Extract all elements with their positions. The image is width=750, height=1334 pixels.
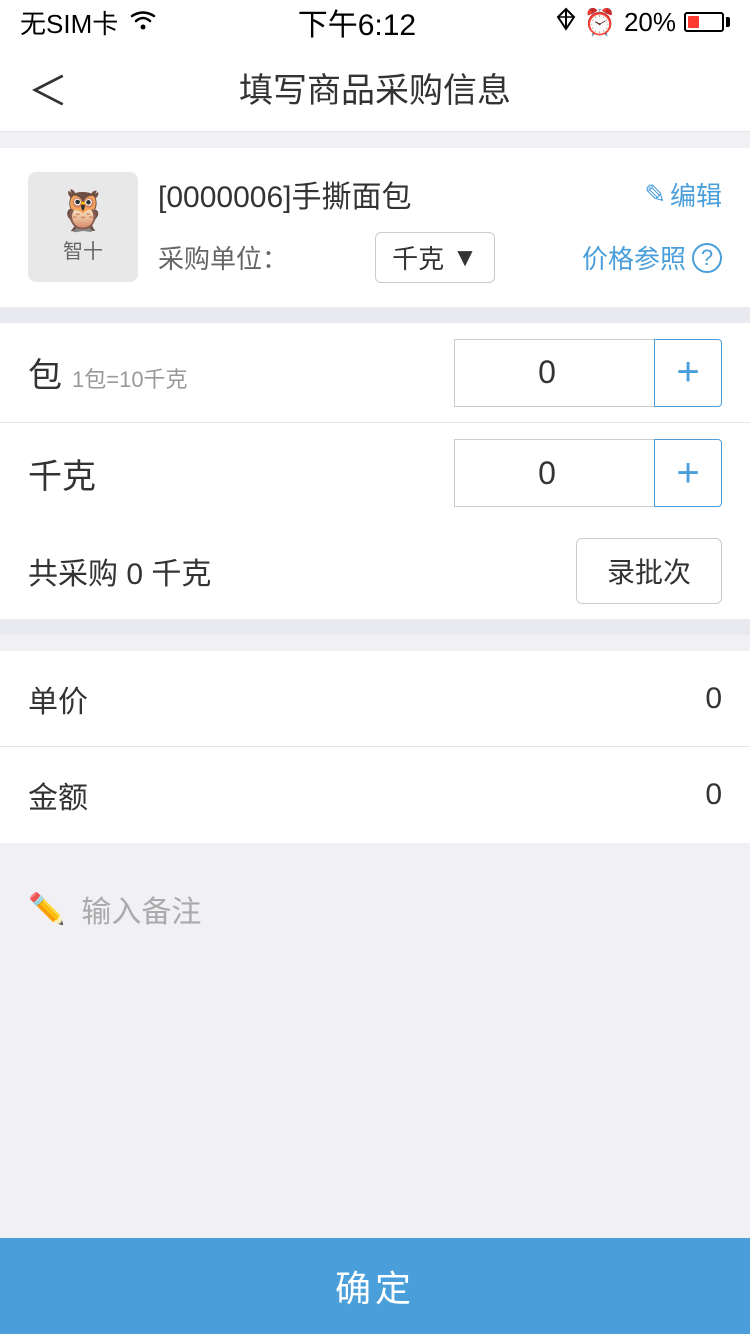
product-logo-icon: 🦉 xyxy=(58,191,108,231)
quantity-input-section: 包 1包=10千克 + 千克 + xyxy=(0,323,750,523)
carrier-text: 无SIM卡 xyxy=(20,4,118,41)
section-divider-1 xyxy=(0,307,750,323)
alarm-icon: ⏰ xyxy=(584,7,616,38)
confirm-button-label: 确定 xyxy=(335,1260,415,1312)
product-name-row: [0000006]手撕面包 ✎ 编辑 xyxy=(158,172,722,216)
unit-value: 千克 xyxy=(392,239,444,276)
chevron-down-icon: ▼ xyxy=(452,242,478,273)
back-button[interactable]: ＜ xyxy=(28,59,68,117)
status-left: 无SIM卡 xyxy=(20,4,158,41)
bao-plus-button[interactable]: + xyxy=(654,339,722,407)
price-ref-button[interactable]: 价格参照 ? xyxy=(582,239,722,276)
amount-value: 0 xyxy=(705,778,722,812)
product-unit-row: 采购单位： 千克 ▼ 价格参照 ? xyxy=(158,232,722,283)
pencil-icon: ✏️ xyxy=(28,892,65,927)
kg-label-area: 千克 xyxy=(28,449,208,498)
kg-input-controls: + xyxy=(224,439,722,507)
unit-price-value: 0 xyxy=(705,682,722,716)
unit-price-label: 单价 xyxy=(28,677,88,721)
bao-label-area: 包 1包=10千克 xyxy=(28,348,208,397)
unit-prefix-label: 采购单位： xyxy=(158,239,288,276)
summary-unit-value: 千克 xyxy=(151,558,211,591)
wifi-icon xyxy=(128,7,158,38)
unit-price-row: 单价 0 xyxy=(0,651,750,747)
bao-sublabel: 1包=10千克 xyxy=(72,362,188,394)
remark-section[interactable]: ✏️ 输入备注 xyxy=(0,859,750,959)
product-card: 🦉 智十 [0000006]手撕面包 ✎ 编辑 采购单位： 千克 ▼ 价格参照 … xyxy=(0,148,750,307)
remark-input[interactable]: 输入备注 xyxy=(81,887,201,931)
status-right: ⏰ 20% xyxy=(556,7,730,38)
edit-label: 编辑 xyxy=(670,176,722,213)
section-divider-2 xyxy=(0,619,750,635)
summary-row: 共采购 0 千克 录批次 xyxy=(0,523,750,619)
batch-button[interactable]: 录批次 xyxy=(576,538,722,604)
amount-label: 金额 xyxy=(28,773,88,817)
bottom-empty-area xyxy=(0,959,750,1259)
summary-text: 共采购 0 千克 xyxy=(28,549,211,593)
kg-quantity-input[interactable] xyxy=(454,439,654,507)
status-time: 下午6:12 xyxy=(298,0,416,44)
nav-bar: ＜ 填写商品采购信息 xyxy=(0,44,750,132)
bao-input-row: 包 1包=10千克 + xyxy=(0,323,750,423)
kg-plus-button[interactable]: + xyxy=(654,439,722,507)
edit-button[interactable]: ✎ 编辑 xyxy=(644,176,722,213)
product-logo-text: 智十 xyxy=(63,235,103,264)
price-section: 单价 0 金额 0 xyxy=(0,651,750,843)
price-ref-label: 价格参照 xyxy=(582,239,686,276)
summary-amount-value: 0 xyxy=(126,558,143,591)
summary-prefix: 共采购 xyxy=(28,558,118,591)
bao-input-controls: + xyxy=(224,339,722,407)
product-info: [0000006]手撕面包 ✎ 编辑 采购单位： 千克 ▼ 价格参照 ? xyxy=(158,172,722,283)
status-bar: 无SIM卡 下午6:12 ⏰ 20% xyxy=(0,0,750,44)
unit-select[interactable]: 千克 ▼ xyxy=(375,232,495,283)
battery-percent: 20% xyxy=(624,7,676,38)
product-name: [0000006]手撕面包 xyxy=(158,172,411,216)
bao-quantity-input[interactable] xyxy=(454,339,654,407)
location-icon xyxy=(556,7,576,38)
battery-icon xyxy=(684,12,730,32)
product-image: 🦉 智十 xyxy=(28,172,138,282)
price-ref-help-icon: ? xyxy=(692,243,722,273)
page-title: 填写商品采购信息 xyxy=(239,63,511,112)
kg-input-row: 千克 + xyxy=(0,423,750,523)
edit-icon: ✎ xyxy=(644,179,666,210)
confirm-button[interactable]: 确定 xyxy=(0,1238,750,1334)
amount-row: 金额 0 xyxy=(0,747,750,843)
bao-label: 包 xyxy=(28,348,62,397)
kg-label: 千克 xyxy=(28,449,96,498)
